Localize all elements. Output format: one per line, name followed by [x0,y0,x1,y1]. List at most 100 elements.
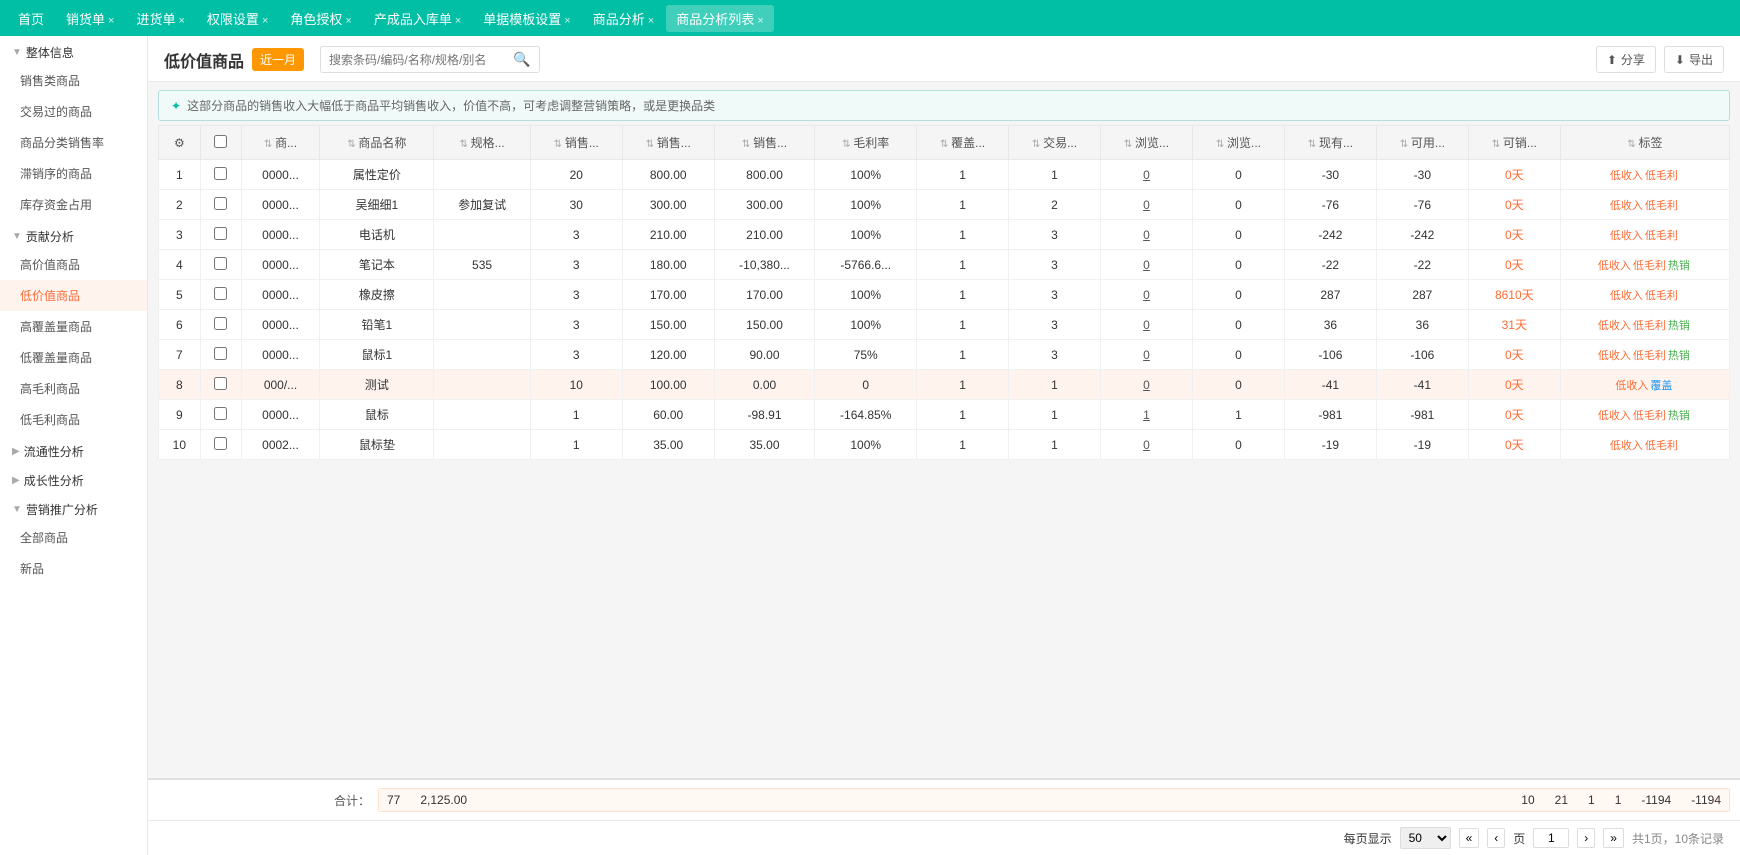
row-select-checkbox[interactable] [214,287,227,300]
col-header-trade[interactable]: ⇅ 交易... [1009,126,1101,160]
col-header-tags[interactable]: ⇅ 标签 [1560,126,1729,160]
row-select-checkbox[interactable] [214,407,227,420]
table-row: 60000...铅笔13150.00150.00100%1300363631天低… [159,310,1730,340]
browse-link[interactable]: 0 [1143,288,1150,302]
col-header-name[interactable]: ⇅ 商品名称 [320,126,434,160]
row-tags: 低收入低毛利热销 [1560,400,1729,430]
table-row: 70000...鼠标13120.0090.0075%1300-106-1060天… [159,340,1730,370]
row-select-checkbox[interactable] [214,437,227,450]
row-coverage: 1 [917,160,1009,190]
nav-close-icon[interactable]: × [108,15,114,27]
prev-page-button[interactable]: ‹ [1487,828,1505,848]
nav-close-icon[interactable]: × [345,15,351,27]
col-header-browse2[interactable]: ⇅ 浏览... [1192,126,1284,160]
search-input[interactable] [329,53,509,67]
sidebar-item[interactable]: 低覆盖量商品 [0,342,147,373]
tag: 低收入 [1610,200,1643,212]
browse-link[interactable]: 0 [1143,318,1150,332]
nav-item[interactable]: 角色授权× [280,5,361,32]
filter-button[interactable]: 近一月 [252,48,304,71]
row-select-checkbox[interactable] [214,317,227,330]
sidebar-item[interactable]: 低毛利商品 [0,404,147,435]
col-header-sales_amount[interactable]: ⇅ 销售... [622,126,714,160]
row-spec [434,430,530,460]
sidebar-item[interactable]: 滞销序的商品 [0,158,147,189]
nav-close-icon[interactable]: × [757,15,763,27]
nav-close-icon[interactable]: × [262,15,268,27]
sidebar-group-title[interactable]: ▼营销推广分析 [0,493,147,522]
col-header-coverage[interactable]: ⇅ 覆盖... [917,126,1009,160]
col-header-saleable[interactable]: ⇅ 可销... [1468,126,1560,160]
sidebar-item[interactable]: 商品分类销售率 [0,127,147,158]
row-select-checkbox[interactable] [214,257,227,270]
browse-link[interactable]: 0 [1143,228,1150,242]
col-header-sales_qty[interactable]: ⇅ 销售... [530,126,622,160]
nav-item[interactable]: 权限设置× [197,5,278,32]
sidebar-item[interactable]: 高毛利商品 [0,373,147,404]
col-header-gross_rate[interactable]: ⇅ 毛利率 [815,126,917,160]
nav-item[interactable]: 销货单× [56,5,124,32]
nav-item[interactable]: 产成品入库单× [364,5,471,32]
row-current: -41 [1284,370,1376,400]
col-header-code[interactable]: ⇅ 商... [241,126,320,160]
browse-link[interactable]: 0 [1143,168,1150,182]
select-all-checkbox[interactable] [214,135,227,148]
table-row: 30000...电话机3210.00210.00100%1300-242-242… [159,220,1730,250]
row-select-checkbox[interactable] [214,227,227,240]
row-select-checkbox[interactable] [214,167,227,180]
sort-icon: ⇅ [554,139,565,150]
browse-link[interactable]: 0 [1143,348,1150,362]
sidebar-item[interactable]: 高覆盖量商品 [0,311,147,342]
last-page-button[interactable]: » [1603,828,1624,848]
browse-link[interactable]: 0 [1143,258,1150,272]
sidebar-group-title[interactable]: ▶流通性分析 [0,435,147,464]
nav-item[interactable]: 进货单× [126,5,194,32]
browse-link[interactable]: 0 [1143,438,1150,452]
share-button[interactable]: ⬆ 分享 [1596,46,1656,73]
col-header-browse1[interactable]: ⇅ 浏览... [1101,126,1193,160]
group-label: 营销推广分析 [26,501,98,518]
row-select-checkbox[interactable] [214,347,227,360]
sidebar-item[interactable]: 低价值商品 [0,280,147,311]
browse-link[interactable]: 0 [1143,378,1150,392]
nav-item[interactable]: 商品分析列表× [666,5,773,32]
nav-close-icon[interactable]: × [564,15,570,27]
row-select-checkbox[interactable] [214,197,227,210]
sidebar-item[interactable]: 全部商品 [0,522,147,553]
export-button[interactable]: ⬇ 导出 [1664,46,1724,73]
sidebar-group-title[interactable]: ▼贡献分析 [0,220,147,249]
browse-link[interactable]: 1 [1143,408,1150,422]
page-input[interactable] [1533,828,1569,848]
tag: 低毛利 [1645,170,1678,182]
sidebar-item[interactable]: 销售类商品 [0,65,147,96]
next-page-button[interactable]: › [1577,828,1595,848]
row-select-checkbox[interactable] [214,377,227,390]
share-icon: ⬆ [1607,53,1617,67]
settings-icon[interactable]: ⚙ [174,136,185,150]
row-name: 笔记本 [320,250,434,280]
col-header-sales_cost[interactable]: ⇅ 销售... [714,126,815,160]
nav-close-icon[interactable]: × [178,15,184,27]
col-header-available[interactable]: ⇅ 可用... [1376,126,1468,160]
sidebar-item[interactable]: 新品 [0,553,147,584]
nav-item[interactable]: 首页 [8,5,54,32]
sidebar-group-title[interactable]: ▶成长性分析 [0,464,147,493]
nav-item[interactable]: 单据模板设置× [473,5,580,32]
col-header-checkbox[interactable] [200,126,241,160]
first-page-button[interactable]: « [1459,828,1480,848]
sidebar-item[interactable]: 交易过的商品 [0,96,147,127]
col-header-current[interactable]: ⇅ 现有... [1284,126,1376,160]
tag: 低收入 [1598,410,1631,422]
sidebar-item[interactable]: 库存资金占用 [0,189,147,220]
per-page-select[interactable]: 50 100 200 [1400,827,1451,849]
browse-link[interactable]: 0 [1143,198,1150,212]
sidebar-group-title[interactable]: ▼整体信息 [0,36,147,65]
row-sales-amount: 210.00 [622,220,714,250]
nav-item[interactable]: 商品分析× [583,5,664,32]
col-header-settings[interactable]: ⚙ [159,126,201,160]
col-header-spec[interactable]: ⇅ 规格... [434,126,530,160]
row-checkbox [200,160,241,190]
nav-close-icon[interactable]: × [648,15,654,27]
nav-close-icon[interactable]: × [455,15,461,27]
sidebar-item[interactable]: 高价值商品 [0,249,147,280]
